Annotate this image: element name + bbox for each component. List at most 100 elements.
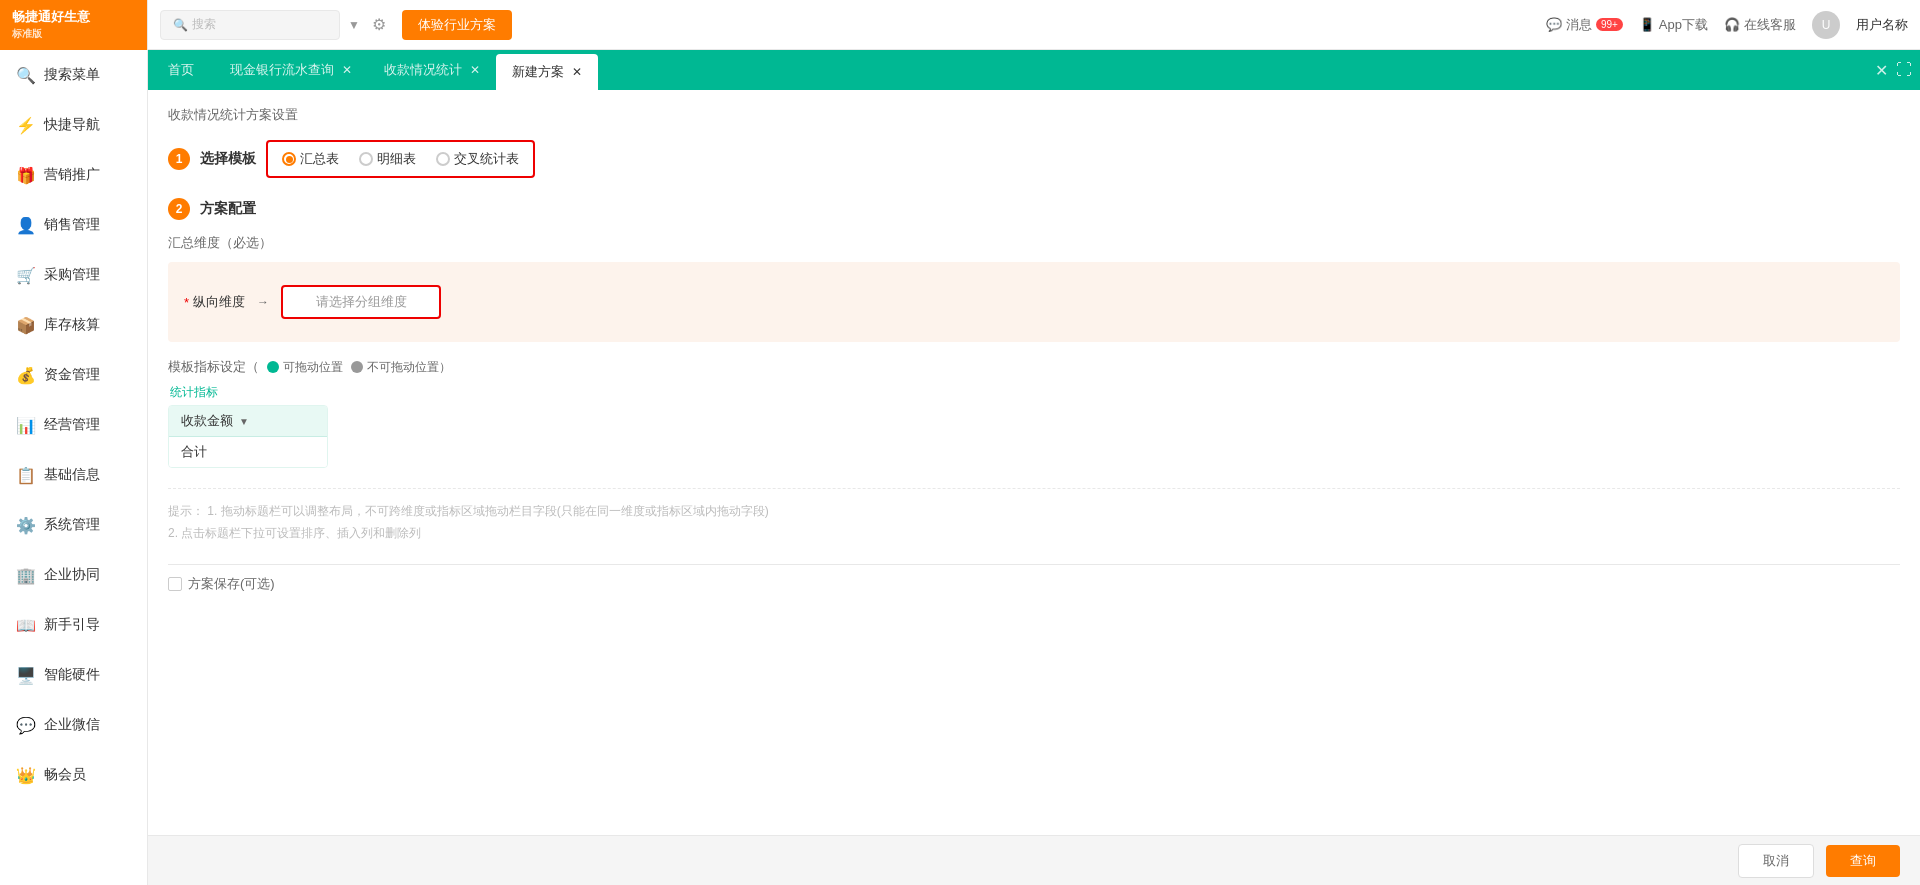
dropdown-arrow[interactable]: ▼	[348, 18, 360, 32]
metrics-tables-area: 统计指标 收款金额 ▼ 合计	[168, 384, 1900, 468]
radio-summary[interactable]: 汇总表	[282, 150, 339, 168]
sidebar-item-system[interactable]: ⚙️ 系统管理	[0, 500, 147, 550]
dim-row-label: 纵向维度	[193, 293, 245, 311]
sidebar-label-system: 系统管理	[44, 516, 100, 534]
sidebar-label-member: 畅会员	[44, 766, 86, 784]
metrics-dropdown-icon[interactable]: ▼	[239, 416, 249, 427]
topbar-right: 💬 消息 99+ 📱 App下载 🎧 在线客服 U 用户名称	[1546, 11, 1908, 39]
sidebar-item-enterprise[interactable]: 🏢 企业协同	[0, 550, 147, 600]
window-close-btn[interactable]: ✕	[1875, 61, 1888, 80]
sidebar-item-hardware[interactable]: 🖥️ 智能硬件	[0, 650, 147, 700]
sidebar-logo: 畅捷通好生意 标准版	[0, 0, 147, 50]
radio-detail[interactable]: 明细表	[359, 150, 416, 168]
sidebar-item-inventory[interactable]: 📦 库存核算	[0, 300, 147, 350]
save-option-text: 方案保存(可选)	[188, 575, 275, 593]
tab-new-plan-close[interactable]: ✕	[572, 65, 582, 79]
sidebar-item-basic[interactable]: 📋 基础信息	[0, 450, 147, 500]
finance-icon: 💰	[16, 366, 36, 385]
tab-cashflow-label: 现金银行流水查询	[230, 61, 334, 79]
dimension-row: * 纵向维度 → 请选择分组维度	[184, 285, 441, 319]
radio-summary-label: 汇总表	[300, 150, 339, 168]
cancel-button[interactable]: 取消	[1738, 844, 1814, 878]
tab-collection-close[interactable]: ✕	[470, 63, 480, 77]
system-icon: ⚙️	[16, 516, 36, 535]
download-button[interactable]: 📱 App下载	[1639, 16, 1708, 34]
sidebar-item-sales[interactable]: 👤 销售管理	[0, 200, 147, 250]
window-maximize-btn[interactable]: ⛶	[1896, 61, 1912, 79]
support-icon: 🎧	[1724, 17, 1740, 32]
inventory-icon: 📦	[16, 316, 36, 335]
metrics-col-header[interactable]: 收款金额 ▼	[169, 406, 327, 437]
radio-cross-label: 交叉统计表	[454, 150, 519, 168]
support-button[interactable]: 🎧 在线客服	[1724, 16, 1796, 34]
sidebar-item-member[interactable]: 👑 畅会员	[0, 750, 147, 800]
draggable-indicator	[267, 361, 279, 373]
save-checkbox[interactable]	[168, 577, 182, 591]
save-option-label[interactable]: 方案保存(可选)	[168, 575, 275, 593]
footer-bar: 取消 查询	[148, 835, 1920, 885]
search-menu-icon: 🔍	[16, 66, 36, 85]
industry-solution-button[interactable]: 体验行业方案	[402, 10, 512, 40]
avatar: U	[1812, 11, 1840, 39]
marketing-icon: 🎁	[16, 166, 36, 185]
dimension-config-label: 汇总维度（必选）	[168, 234, 1900, 252]
dim-arrow: →	[257, 295, 269, 309]
sales-icon: 👤	[16, 216, 36, 235]
sidebar-item-guide[interactable]: 📖 新手引导	[0, 600, 147, 650]
topbar: 🔍 搜索 ▼ ⚙ 体验行业方案 💬 消息 99+ 📱 App下载 🎧 在线客服 …	[148, 0, 1920, 50]
sidebar-item-marketing[interactable]: 🎁 营销推广	[0, 150, 147, 200]
topbar-search[interactable]: 🔍 搜索	[160, 10, 340, 40]
step1-badge: 1	[168, 148, 190, 170]
metrics-col-row-text: 合计	[181, 444, 207, 459]
sidebar-label-purchase: 采购管理	[44, 266, 100, 284]
sidebar-item-finance[interactable]: 💰 资金管理	[0, 350, 147, 400]
radio-summary-dot	[282, 152, 296, 166]
message-button[interactable]: 💬 消息 99+	[1546, 16, 1623, 34]
metrics-section: 模板指标设定（ 可拖动位置 不可拖动位置） 统计指标	[168, 358, 1900, 468]
sidebar-label-basic: 基础信息	[44, 466, 100, 484]
non-draggable-indicator	[351, 361, 363, 373]
sidebar-label-marketing: 营销推广	[44, 166, 100, 184]
sidebar-label-guide: 新手引导	[44, 616, 100, 634]
metrics-table: 收款金额 ▼ 合计	[168, 405, 328, 468]
hardware-icon: 🖥️	[16, 666, 36, 685]
non-draggable-toggle: 不可拖动位置）	[351, 359, 451, 376]
download-label: App下载	[1659, 16, 1708, 34]
sidebar-label-finance: 资金管理	[44, 366, 100, 384]
tab-collection[interactable]: 收款情况统计 ✕	[368, 50, 496, 90]
search-text: 搜索	[192, 16, 216, 33]
step2-header: 2 方案配置	[168, 198, 1900, 220]
tab-cashflow[interactable]: 现金银行流水查询 ✕	[214, 50, 368, 90]
content-area: 收款情况统计方案设置 1 选择模板 汇总表 明细表	[148, 90, 1920, 885]
tabbar: 首页 现金银行流水查询 ✕ 收款情况统计 ✕ 新建方案 ✕ ✕ ⛶	[148, 50, 1920, 90]
message-icon: 💬	[1546, 17, 1562, 32]
sidebar-item-search[interactable]: 🔍 搜索菜单	[0, 50, 147, 100]
operation-icon: 📊	[16, 416, 36, 435]
tab-new-plan[interactable]: 新建方案 ✕	[496, 54, 598, 90]
sidebar-item-operation[interactable]: 📊 经营管理	[0, 400, 147, 450]
radio-cross[interactable]: 交叉统计表	[436, 150, 519, 168]
sidebar-label-sales: 销售管理	[44, 216, 100, 234]
sidebar-item-nav[interactable]: ⚡ 快捷导航	[0, 100, 147, 150]
purchase-icon: 🛒	[16, 266, 36, 285]
wechat-icon: 💬	[16, 716, 36, 735]
sidebar-label-enterprise: 企业协同	[44, 566, 100, 584]
basic-icon: 📋	[16, 466, 36, 485]
stats-group: 统计指标 收款金额 ▼ 合计	[168, 384, 328, 468]
settings-gear-icon[interactable]: ⚙	[372, 15, 386, 34]
metrics-col-row: 合计	[169, 437, 327, 467]
query-button[interactable]: 查询	[1826, 845, 1900, 877]
sidebar-item-purchase[interactable]: 🛒 采购管理	[0, 250, 147, 300]
dimension-select-box[interactable]: 请选择分组维度	[281, 285, 441, 319]
hint-1: 提示： 1. 拖动标题栏可以调整布局，不可跨维度或指标区域拖动栏目字段(只能在同…	[168, 501, 1900, 523]
dimension-placeholder: 请选择分组维度	[316, 294, 407, 309]
nav-icon: ⚡	[16, 116, 36, 135]
tab-cashflow-close[interactable]: ✕	[342, 63, 352, 77]
stats-group-label: 统计指标	[168, 384, 328, 401]
hints-area: 提示： 1. 拖动标题栏可以调整布局，不可跨维度或指标区域拖动栏目字段(只能在同…	[168, 488, 1900, 544]
sidebar-item-wechat[interactable]: 💬 企业微信	[0, 700, 147, 750]
enterprise-icon: 🏢	[16, 566, 36, 585]
tab-home[interactable]: 首页	[148, 50, 214, 90]
non-draggable-label: 不可拖动位置）	[367, 359, 451, 376]
member-icon: 👑	[16, 766, 36, 785]
